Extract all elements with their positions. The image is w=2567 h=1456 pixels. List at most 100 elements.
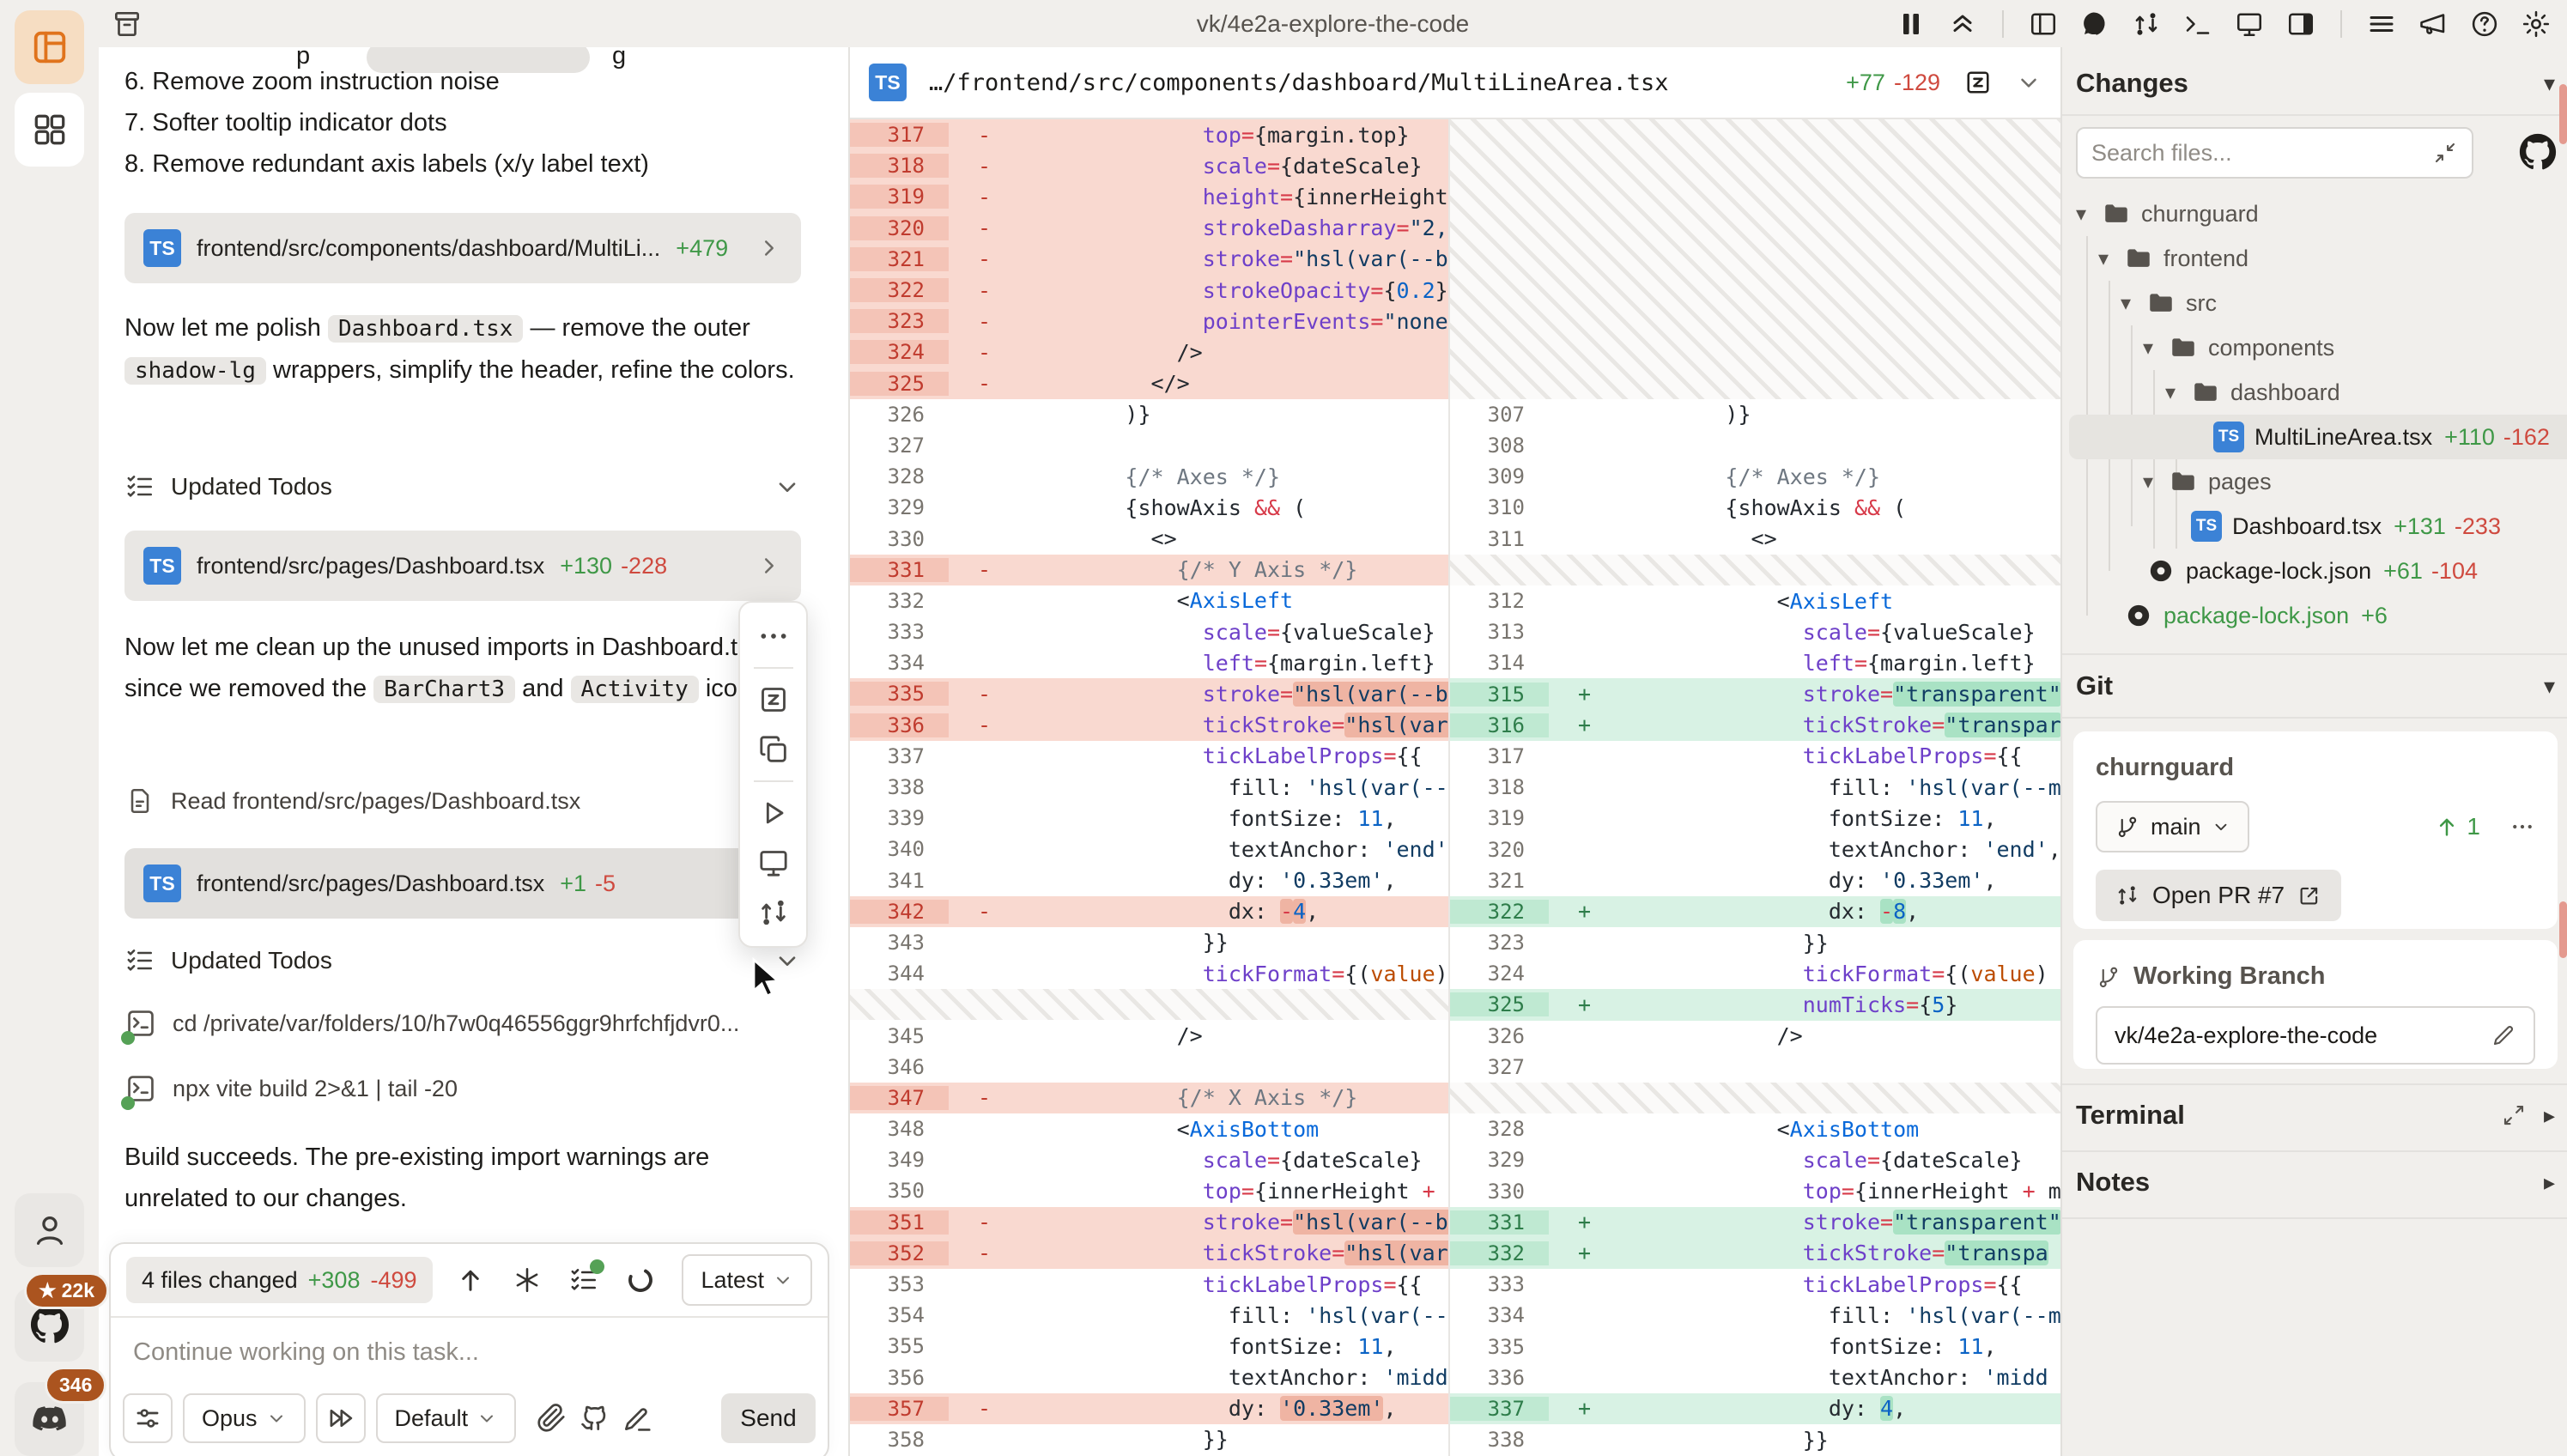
changes-section-header[interactable]: Changes ▾ [2076,63,2555,104]
chevron-down-icon[interactable] [2016,70,2042,95]
monitor-icon[interactable] [2234,9,2265,39]
diff-line-319[interactable]: 319 fontSize: 11, [1450,803,2060,834]
diff-line-334[interactable]: 334 left={margin.left} [850,647,1448,678]
tree-folder-churnguard[interactable]: ▾churnguard [2062,191,2567,236]
collapse-caret-icon[interactable]: ▾ [2544,673,2555,700]
diff-line-311[interactable]: 311 <> [1450,524,2060,555]
diff-line-322[interactable]: 322- strokeOpacity={0.2} [850,275,1448,306]
updated-todos-row[interactable]: Updated Todos [124,939,801,982]
diff-line-315[interactable]: 315+ stroke="transparent" [1450,678,2060,709]
diff-line-328[interactable]: 328 {/* Axes */} [850,461,1448,492]
diff-line-320[interactable]: 320- strokeDasharray="2,4 [850,213,1448,244]
diff-line-328[interactable]: 328 <AxisBottom [1450,1113,2060,1144]
caret-down-icon[interactable]: ▾ [2165,380,2191,405]
diff-line-333[interactable]: 333 scale={valueScale} [850,616,1448,647]
open-pr-button[interactable]: Open PR #7 [2096,870,2341,921]
diff-line-318[interactable]: 318 fill: 'hsl(var(--m [1450,772,2060,803]
diff-line-337[interactable]: 337 tickLabelProps={{ [850,741,1448,772]
pause-icon[interactable] [1896,9,1927,39]
tree-file-MultiLineArea.tsx[interactable]: TSMultiLineArea.tsx+110-162 [2069,415,2567,459]
terminal-icon[interactable] [2182,9,2213,39]
collapse-tree-icon[interactable] [2432,140,2458,166]
diff-view-icon[interactable] [1963,67,1994,98]
diff-line-356[interactable]: 356 textAnchor: 'midd [850,1362,1448,1393]
diff-line-309[interactable]: 309 {/* Axes */} [1450,461,2060,492]
diff-line-331[interactable]: 331- {/* Y Axis */} [850,555,1448,585]
diff-line-326[interactable]: 326 )} [850,399,1448,430]
search-files-input[interactable]: Search files... [2076,127,2473,179]
diff-line-321[interactable]: 321 dy: '0.33em', [1450,865,2060,896]
attachment-icon[interactable] [535,1402,567,1435]
diff-line-334[interactable]: 334 fill: 'hsl(var(--m [1450,1300,2060,1331]
git-compare-icon[interactable] [2131,9,2162,39]
copy-icon[interactable] [756,732,791,767]
branch-dropdown[interactable]: main [2096,801,2249,852]
diff-line-345[interactable]: 345 /> [850,1020,1448,1051]
diff-line-313[interactable]: 313 scale={valueScale} [1450,616,2060,647]
diff-line-338[interactable]: 338 }} [1450,1424,2060,1455]
working-branch-input[interactable]: vk/4e2a-explore-the-code [2096,1006,2535,1065]
diff-line-355[interactable]: 355 fontSize: 11, [850,1331,1448,1362]
diff-line-325[interactable]: 325+ numTicks={5} [1450,989,2060,1020]
read-file-row[interactable]: Read frontend/src/pages/Dashboard.tsx [124,781,801,821]
diff-line-317[interactable]: 317 tickLabelProps={{ [1450,741,2060,772]
diff-line-335[interactable]: 335- stroke="hsl(var(--bo [850,678,1448,709]
dots-horizontal-icon[interactable] [756,619,791,653]
chevrons-up-icon[interactable] [1947,9,1978,39]
mode-dropdown[interactable]: Default [376,1393,517,1443]
stamp-icon[interactable] [756,682,791,717]
tree-folder-src[interactable]: ▾src [2062,281,2567,325]
chat-bubble-icon[interactable] [2079,9,2110,39]
help-circle-icon[interactable] [2469,9,2500,39]
files-changed-chip[interactable]: 4 files changed +308 -499 [126,1257,433,1303]
updated-todos-row[interactable]: Updated Todos [124,465,801,508]
panel-right-icon[interactable] [2285,9,2316,39]
caret-down-icon[interactable]: ▾ [2143,336,2169,361]
fast-forward-button[interactable] [316,1393,366,1443]
archive-icon[interactable] [111,8,143,40]
diff-line-336[interactable]: 336 textAnchor: 'midd [1450,1362,2060,1393]
diff-line-307[interactable]: 307 )} [1450,399,2060,430]
version-dropdown[interactable]: Latest [682,1254,812,1306]
diff-line-347[interactable]: 347- {/* X Axis */} [850,1083,1448,1113]
diff-line-322[interactable]: 322+ dx: -8, [1450,896,2060,927]
diff-line-329[interactable]: 329 {showAxis && ( [850,492,1448,523]
expand-caret-icon[interactable]: ▸ [2544,1169,2555,1196]
diff-line-308[interactable]: 308 [1450,430,2060,461]
diff-line-346[interactable]: 346 [850,1052,1448,1083]
diff-line-343[interactable]: 343 }} [850,927,1448,958]
diff-line-358[interactable]: 358 }} [850,1424,1448,1455]
grid-view-button[interactable] [15,93,84,167]
diff-line-349[interactable]: 349 scale={dateScale} [850,1144,1448,1175]
diff-line-350[interactable]: 350 top={innerHeight + m [850,1175,1448,1206]
spark-icon[interactable] [512,1265,543,1295]
diff-line-321[interactable]: 321- stroke="hsl(var(--bo [850,244,1448,275]
diff-line-331[interactable]: 331+ stroke="transparent" [1450,1207,2060,1238]
diff-line-336[interactable]: 336- tickStroke="hsl(var( [850,710,1448,741]
message-input[interactable]: Continue working on this task... [111,1318,828,1386]
caret-down-icon[interactable]: ▾ [2076,202,2102,227]
tree-folder-frontend[interactable]: ▾frontend [2062,236,2567,281]
tree-file-package-lock.json[interactable]: package-lock.json+61-104 [2062,549,2567,593]
terminal-command-row[interactable]: npx vite build 2>&1 | tail -20 [124,1068,801,1109]
diff-body[interactable]: 317- top={margin.top}318- scale={dateSca… [850,119,2060,1456]
diff-line-340[interactable]: 340 textAnchor: 'end' [850,834,1448,864]
caret-down-icon[interactable]: ▾ [2121,291,2146,316]
expand-icon[interactable] [2501,1102,2527,1128]
git-compare-icon[interactable] [756,895,791,930]
diff-line-354[interactable]: 354 fill: 'hsl(var(--m [850,1300,1448,1331]
tree-file-package-lock.json[interactable]: package-lock.json+6 [2062,593,2567,638]
diff-line-344[interactable]: 344 tickFormat={(value) [850,958,1448,989]
settings-sliders-button[interactable] [123,1393,173,1443]
git-section-header[interactable]: Git ▾ [2076,665,2555,707]
file-chip-dashboard-1[interactable]: TS frontend/src/pages/Dashboard.tsx +130… [124,531,801,601]
diff-line-325[interactable]: 325- </> [850,368,1448,399]
tree-folder-components[interactable]: ▾components [2062,325,2567,370]
diff-line-338[interactable]: 338 fill: 'hsl(var(--m [850,772,1448,803]
send-button[interactable]: Send [721,1393,816,1443]
diff-line-348[interactable]: 348 <AxisBottom [850,1113,1448,1144]
diff-line-335[interactable]: 335 fontSize: 11, [1450,1331,2060,1362]
diff-line-333[interactable]: 333 tickLabelProps={{ [1450,1269,2060,1300]
account-button[interactable] [15,1193,84,1267]
diff-line-323[interactable]: 323 }} [1450,927,2060,958]
